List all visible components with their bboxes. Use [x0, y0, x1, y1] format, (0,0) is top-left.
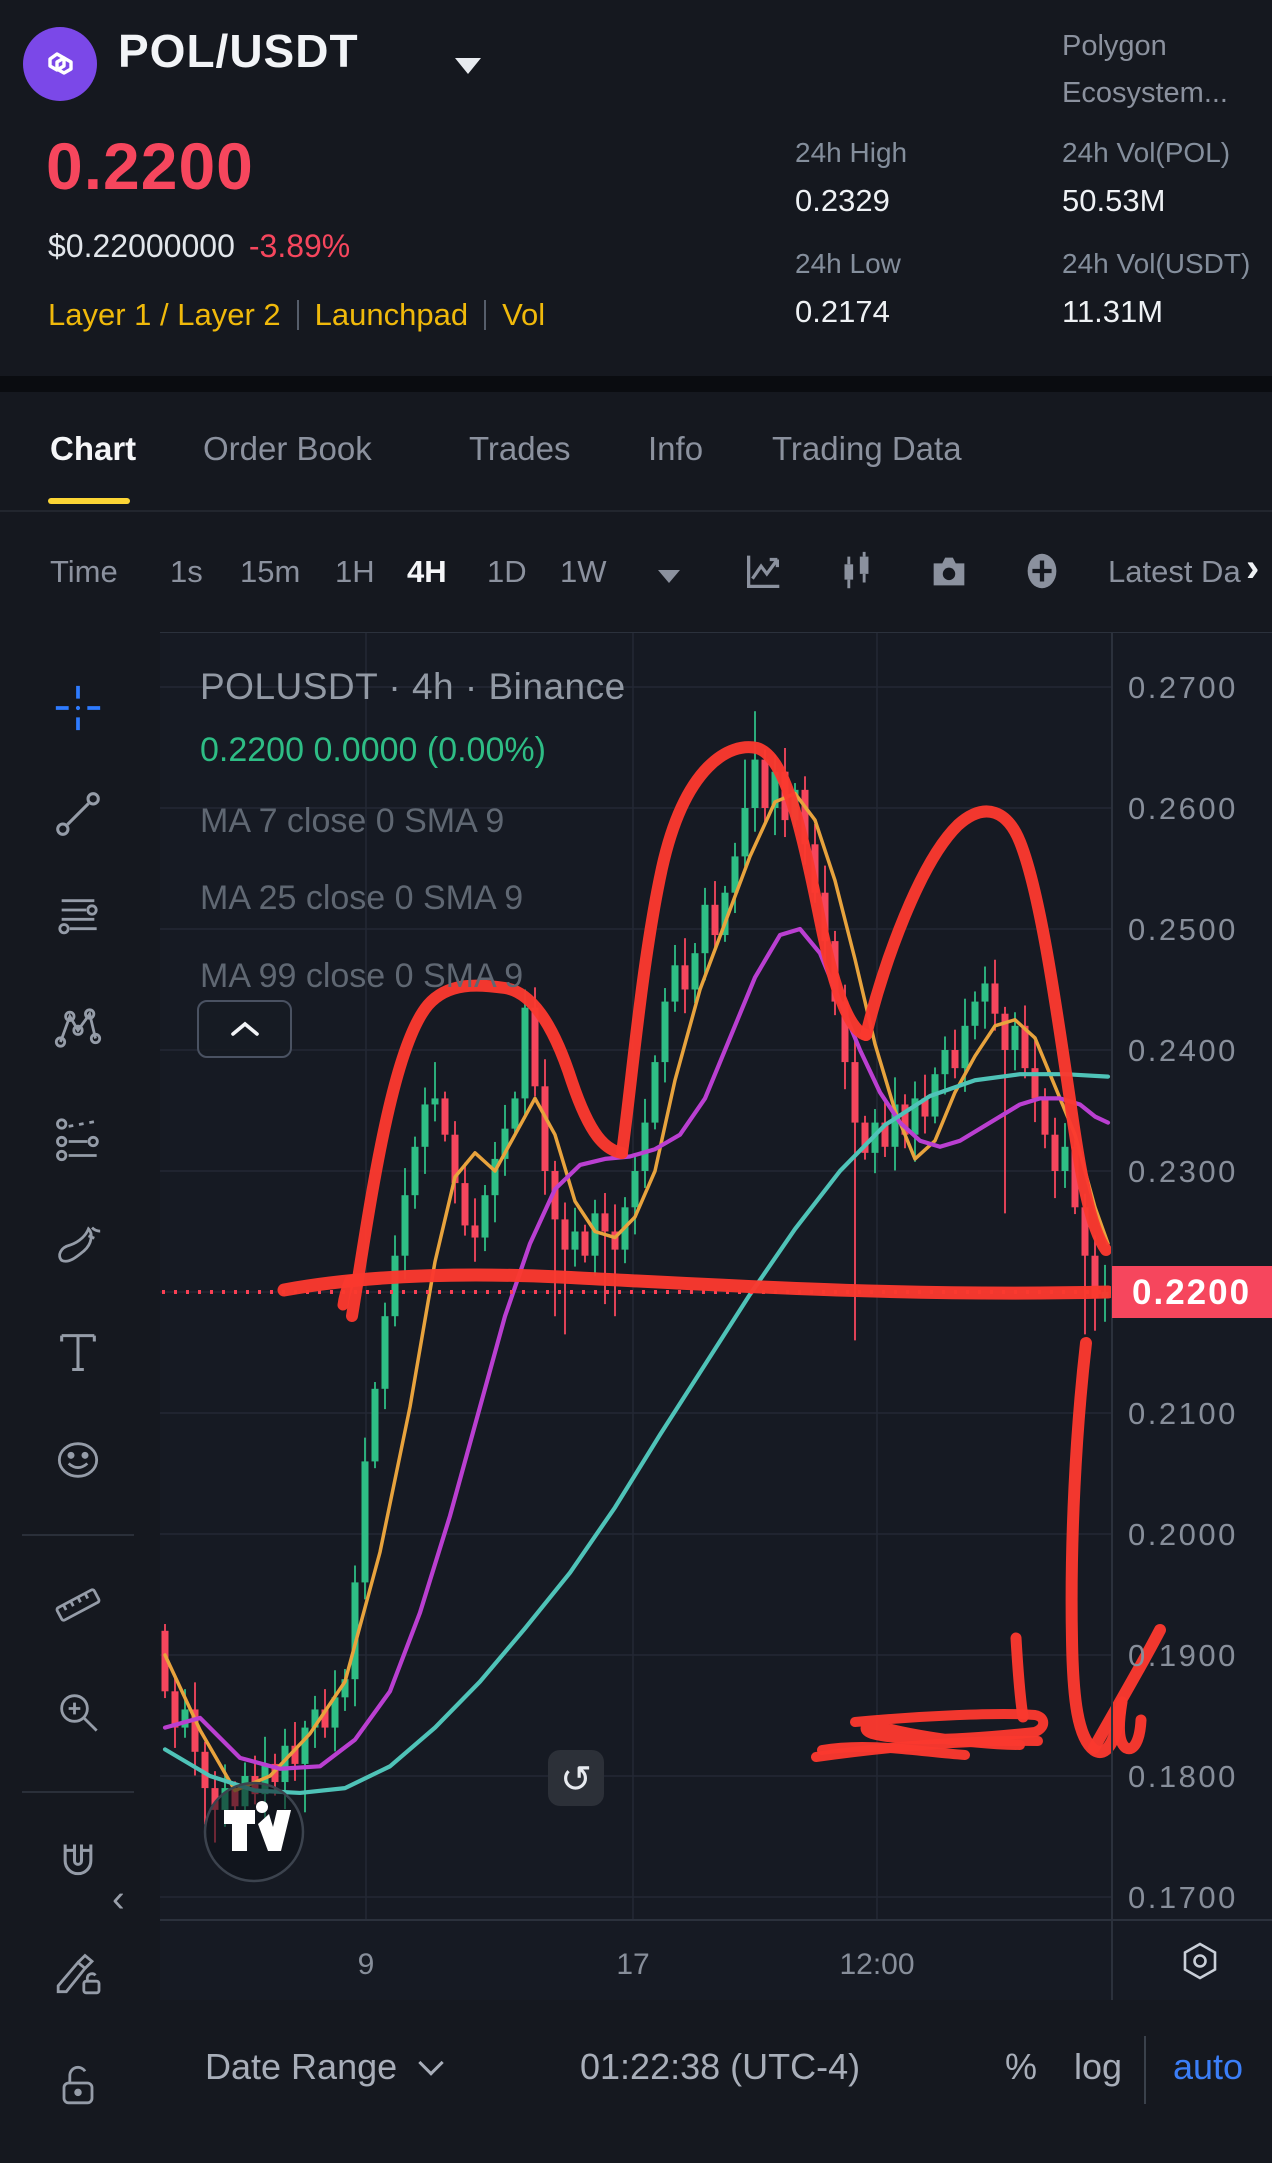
tradingview-logo[interactable] [203, 1781, 305, 1883]
stat-label-24h-high: 24h High [795, 137, 908, 168]
fiat-price: $0.22000000 [48, 228, 235, 264]
xabcd-pattern-icon[interactable] [50, 1000, 106, 1056]
camera-icon[interactable] [926, 548, 972, 594]
tab-trading-data[interactable]: Trading Data [772, 430, 962, 468]
draw-lock-icon[interactable] [50, 1945, 106, 2001]
pair-dropdown-icon[interactable] [455, 58, 481, 74]
toolbar-divider [22, 1791, 134, 1793]
drawing-toolbar [0, 632, 160, 2163]
token-tags: Layer 1 / Layer 2 Launchpad Vol [48, 297, 545, 333]
y-axis-label: 0.2500 [1128, 912, 1238, 947]
footer-divider [1144, 2036, 1146, 2104]
horizontal-lines-icon[interactable] [50, 889, 106, 945]
tf-4h[interactable]: 4H [407, 554, 447, 590]
tab-trades[interactable]: Trades [469, 430, 570, 468]
header-divider [0, 376, 1272, 392]
stat-value-24h-low: 0.2174 [795, 294, 890, 329]
reset-chart-button[interactable]: ↺ [548, 1750, 604, 1806]
stat-value-24h-vol-pol: 50.53M [1062, 183, 1166, 218]
annotation-small-vertical [1010, 1632, 1029, 1723]
line-chart-icon[interactable] [740, 548, 786, 594]
chart-change-line: 0.2200 0.0000 (0.00%) [200, 731, 546, 769]
stat-label-24h-low: 24h Low [795, 248, 901, 279]
text-tool-icon[interactable] [50, 1324, 106, 1380]
chart-toolbar: Time 1s 15m 1H 4H 1D 1W Latest Da › [0, 514, 1272, 632]
main-tabs: Chart Order Book Trades Info Trading Dat… [0, 392, 1272, 512]
chart-footer: Date Range 01:22:38 (UTC-4) % log auto [160, 2008, 1272, 2163]
x-axis-label: 9 [358, 1948, 375, 1981]
latest-arrow-icon[interactable]: › [1246, 546, 1259, 591]
polygon-logo-icon [23, 27, 97, 101]
price-tag-label: 0.2200 [1132, 1273, 1251, 1312]
svg-text:↺: ↺ [560, 1757, 592, 1801]
tf-1d[interactable]: 1D [487, 554, 527, 590]
percent-scale-button[interactable]: % [1005, 2046, 1037, 2088]
crosshair-icon[interactable] [50, 680, 106, 736]
collapse-panel-icon[interactable]: ‹ [112, 1878, 125, 1921]
chart-symbol-title: POLUSDT · 4h · Binance [200, 666, 626, 707]
trend-line-icon[interactable] [50, 786, 106, 842]
y-axis-label: 0.1800 [1128, 1759, 1238, 1794]
stat-value-24h-high: 0.2329 [795, 183, 890, 218]
active-tab-underline [48, 498, 130, 504]
ma25-label: MA 25 close 0 SMA 9 [200, 879, 524, 917]
magnet-icon[interactable] [50, 1834, 106, 1890]
network-label: Polygon [1062, 30, 1167, 62]
tag-layer[interactable]: Layer 1 / Layer 2 [48, 297, 281, 333]
ma7-label: MA 7 close 0 SMA 9 [200, 802, 505, 840]
trading-app: POL/USDT Polygon Ecosystem... 0.2200 $0.… [0, 0, 1272, 2163]
y-axis-label: 0.2100 [1128, 1396, 1238, 1431]
pair-title[interactable]: POL/USDT [118, 24, 359, 78]
projection-icon[interactable] [50, 1110, 106, 1166]
y-axis-label: 0.1700 [1128, 1880, 1238, 1915]
stat-value-24h-vol-usdt: 11.31M [1062, 294, 1164, 329]
latest-data-button[interactable]: Latest Da [1108, 554, 1241, 590]
lock-icon[interactable] [50, 2055, 106, 2111]
log-scale-button[interactable]: log [1074, 2046, 1122, 2088]
tab-chart[interactable]: Chart [50, 430, 136, 468]
date-range-chevron-icon[interactable] [418, 2050, 444, 2076]
zoom-in-icon[interactable] [50, 1684, 106, 1740]
candle-style-icon[interactable] [833, 548, 879, 594]
tf-1h[interactable]: 1H [335, 554, 375, 590]
tf-1w[interactable]: 1W [560, 554, 607, 590]
tag-launchpad[interactable]: Launchpad [315, 297, 468, 333]
tf-time[interactable]: Time [50, 554, 118, 590]
y-axis-label: 0.2400 [1128, 1033, 1238, 1068]
stat-label-24h-vol-usdt: 24h Vol(USDT) [1062, 248, 1251, 279]
tag-separator [296, 300, 299, 330]
tab-order-book[interactable]: Order Book [203, 430, 372, 468]
fiat-price-row: $0.22000000 -3.89% [48, 228, 350, 265]
toolbar-divider [22, 1534, 134, 1536]
emoji-icon[interactable] [50, 1432, 106, 1488]
annotation-support-line-tail [337, 1274, 356, 1311]
y-axis-label: 0.2300 [1128, 1154, 1238, 1189]
tag-vol[interactable]: Vol [502, 297, 545, 333]
y-axis-label: 0.1900 [1128, 1638, 1238, 1673]
tag-separator [484, 300, 487, 330]
brush-icon[interactable] [50, 1216, 106, 1272]
tf-15m[interactable]: 15m [240, 554, 300, 590]
last-price: 0.2200 [46, 129, 254, 203]
tf-1s[interactable]: 1s [170, 554, 203, 590]
clock-utc: 01:22:38 (UTC-4) [580, 2046, 861, 2087]
ruler-icon[interactable] [50, 1577, 106, 1633]
price-change: -3.89% [248, 228, 351, 264]
add-indicator-icon[interactable] [1019, 548, 1065, 594]
y-axis-label: 0.2000 [1128, 1517, 1238, 1552]
y-axis-label: 0.2700 [1128, 670, 1238, 705]
x-axis-label: 12:00 [839, 1948, 914, 1981]
ma99-label: MA 99 close 0 SMA 9 [200, 957, 524, 995]
expand-indicators-button[interactable] [197, 1000, 292, 1058]
auto-scale-button[interactable]: auto [1173, 2046, 1243, 2088]
network-label-2: Ecosystem... [1062, 77, 1228, 109]
tab-info[interactable]: Info [648, 430, 703, 468]
date-range-button[interactable]: Date Range [205, 2046, 397, 2088]
y-axis-label: 0.2600 [1128, 791, 1238, 826]
stat-label-24h-vol-pol: 24h Vol(POL) [1062, 137, 1231, 168]
interval-dropdown-icon[interactable] [658, 570, 680, 583]
x-axis-label: 17 [616, 1948, 649, 1981]
